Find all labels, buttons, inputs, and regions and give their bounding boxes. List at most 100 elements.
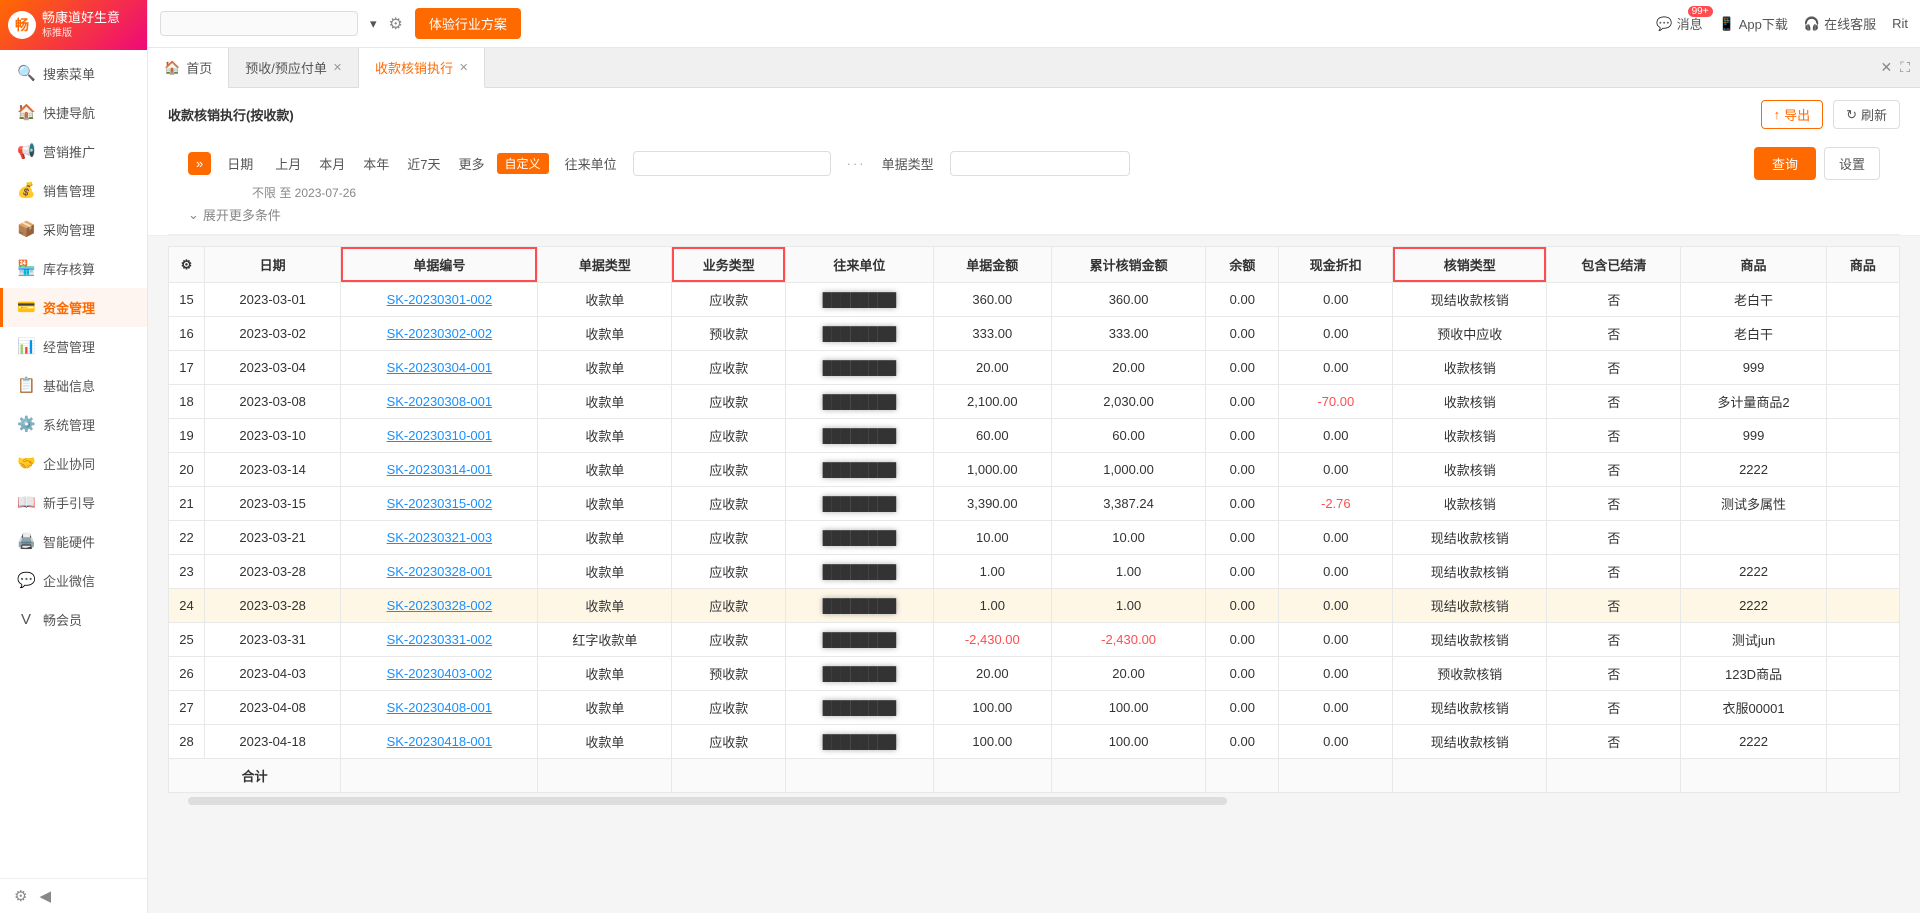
cell-num: 25: [169, 623, 205, 657]
export-button[interactable]: ↑ 导出: [1761, 100, 1824, 129]
tab-prepay[interactable]: 预收/预应付单 ✕: [229, 48, 359, 88]
cell-doc-no[interactable]: SK-20230331-002: [341, 623, 538, 657]
cell-doc-no[interactable]: SK-20230314-001: [341, 453, 538, 487]
cell-cum-verify: -2,430.00: [1051, 623, 1205, 657]
tab-verify[interactable]: 收款核销执行 ✕: [359, 48, 485, 88]
sidebar-item-search[interactable]: 🔍搜索菜单: [0, 54, 147, 93]
date-btn-this-year[interactable]: 本年: [357, 152, 395, 175]
scrollbar-area[interactable]: [168, 797, 1900, 813]
tab-verify-close-icon[interactable]: ✕: [459, 61, 468, 74]
date-btn-this-month[interactable]: 本月: [313, 152, 351, 175]
table-row[interactable]: 24 2023-03-28 SK-20230328-002 收款单 应收款 ██…: [169, 589, 1900, 623]
topbar-search-input[interactable]: [160, 11, 358, 36]
date-btn-last-month[interactable]: 上月: [269, 152, 307, 175]
topbar-dropdown[interactable]: ▾: [370, 16, 377, 32]
date-btn-more[interactable]: 更多: [453, 152, 491, 175]
scrollbar-thumb[interactable]: [188, 797, 1227, 805]
cell-doc-no[interactable]: SK-20230403-002: [341, 657, 538, 691]
table-row[interactable]: 25 2023-03-31 SK-20230331-002 红字收款单 应收款 …: [169, 623, 1900, 657]
cell-date: 2023-03-10: [205, 419, 341, 453]
table-row[interactable]: 26 2023-04-03 SK-20230403-002 收款单 预收款 ██…: [169, 657, 1900, 691]
table-row[interactable]: 27 2023-04-08 SK-20230408-001 收款单 应收款 ██…: [169, 691, 1900, 725]
table-row[interactable]: 16 2023-03-02 SK-20230302-002 收款单 预收款 ██…: [169, 317, 1900, 351]
tab-home[interactable]: 🏠 首页: [148, 48, 229, 88]
cell-doc-no[interactable]: SK-20230408-001: [341, 691, 538, 725]
user-menu[interactable]: Rit: [1892, 16, 1908, 31]
cell-doc-no[interactable]: SK-20230321-003: [341, 521, 538, 555]
sidebar-label-wechat: 企业微信: [43, 571, 95, 590]
expand-more-btn[interactable]: ⌄ 展开更多条件: [188, 205, 1880, 224]
phone-icon: 📱: [1719, 16, 1735, 32]
filter-toggle-button[interactable]: »: [188, 152, 211, 175]
cell-include-settled: 否: [1547, 725, 1681, 759]
cell-include-settled: 否: [1547, 419, 1681, 453]
sidebar-item-sales[interactable]: 💰销售管理: [0, 171, 147, 210]
page-header: 收款核销执行(按收款) ↑ 导出 ↻ 刷新 » 日期 上月 本月: [148, 88, 1920, 236]
th-partner: 往来单位: [786, 247, 934, 283]
sidebar-item-hardware[interactable]: 🖨️智能硬件: [0, 522, 147, 561]
cell-doc-no[interactable]: SK-20230308-001: [341, 385, 538, 419]
settings-icon[interactable]: ⚙: [14, 887, 27, 905]
app-download-button[interactable]: 📱 App下载: [1719, 14, 1788, 33]
cell-biz-type: 预收款: [672, 317, 786, 351]
messages-button[interactable]: 💬 消息 99+: [1656, 14, 1702, 33]
table-row[interactable]: 17 2023-03-04 SK-20230304-001 收款单 应收款 ██…: [169, 351, 1900, 385]
sidebar-item-enterprise[interactable]: 🤝企业协同: [0, 444, 147, 483]
refresh-button[interactable]: ↻ 刷新: [1833, 100, 1900, 129]
table-row[interactable]: 21 2023-03-15 SK-20230315-002 收款单 应收款 ██…: [169, 487, 1900, 521]
sidebar-logo: 畅: [8, 11, 36, 39]
system-icon: ⚙️: [17, 415, 35, 433]
cell-product: 999: [1681, 419, 1826, 453]
cell-doc-no[interactable]: SK-20230328-002: [341, 589, 538, 623]
footer-cum-verify: [1051, 759, 1205, 793]
cell-doc-no[interactable]: SK-20230310-001: [341, 419, 538, 453]
tab-prepay-close-icon[interactable]: ✕: [333, 61, 342, 74]
sidebar-item-finance[interactable]: 💳资金管理: [0, 288, 147, 327]
partner-filter-input[interactable]: [633, 151, 831, 176]
cell-date: 2023-04-03: [205, 657, 341, 691]
sidebar-item-operations[interactable]: 📊经营管理: [0, 327, 147, 366]
tab-fullscreen-button[interactable]: ⛶: [1900, 59, 1910, 76]
voucher-type-select[interactable]: [950, 151, 1130, 176]
cell-doc-no[interactable]: SK-20230304-001: [341, 351, 538, 385]
sidebar-label-quick: 快捷导航: [43, 103, 95, 122]
collapse-icon[interactable]: ◀: [39, 887, 51, 905]
cell-doc-amount: 100.00: [933, 725, 1051, 759]
sidebar-item-vip[interactable]: V畅会员: [0, 600, 147, 639]
date-btn-7days[interactable]: 近7天: [401, 152, 446, 175]
dropdown-arrow-icon: ▾: [370, 16, 377, 32]
cell-biz-type: 应收款: [672, 589, 786, 623]
sidebar-item-inventory[interactable]: 🏪库存核算: [0, 249, 147, 288]
cell-cum-verify: 1.00: [1051, 555, 1205, 589]
solution-button[interactable]: 体验行业方案: [415, 8, 521, 39]
online-service-button[interactable]: 🎧 在线客服: [1804, 14, 1876, 33]
table-row[interactable]: 19 2023-03-10 SK-20230310-001 收款单 应收款 ██…: [169, 419, 1900, 453]
sidebar-item-quick[interactable]: 🏠快捷导航: [0, 93, 147, 132]
filter-dots[interactable]: ···: [847, 156, 866, 171]
sidebar-item-guide[interactable]: 📖新手引导: [0, 483, 147, 522]
th-settings[interactable]: ⚙: [169, 247, 205, 283]
date-custom-button[interactable]: 自定义: [497, 153, 549, 174]
cell-date: 2023-03-08: [205, 385, 341, 419]
table-row[interactable]: 22 2023-03-21 SK-20230321-003 收款单 应收款 ██…: [169, 521, 1900, 555]
table-row[interactable]: 18 2023-03-08 SK-20230308-001 收款单 应收款 ██…: [169, 385, 1900, 419]
sidebar-item-system[interactable]: ⚙️系统管理: [0, 405, 147, 444]
query-button[interactable]: 查询: [1754, 147, 1816, 180]
sidebar-item-wechat[interactable]: 💬企业微信: [0, 561, 147, 600]
table-row[interactable]: 23 2023-03-28 SK-20230328-001 收款单 应收款 ██…: [169, 555, 1900, 589]
filter-settings-button[interactable]: 设置: [1824, 147, 1880, 180]
sidebar-item-marketing[interactable]: 📢营销推广: [0, 132, 147, 171]
cell-doc-no[interactable]: SK-20230301-002: [341, 283, 538, 317]
table-row[interactable]: 20 2023-03-14 SK-20230314-001 收款单 应收款 ██…: [169, 453, 1900, 487]
tab-close-all-button[interactable]: ✕: [1880, 59, 1892, 76]
cell-num: 18: [169, 385, 205, 419]
cell-doc-no[interactable]: SK-20230418-001: [341, 725, 538, 759]
gear-icon[interactable]: ⚙: [389, 14, 403, 34]
cell-doc-no[interactable]: SK-20230328-001: [341, 555, 538, 589]
table-row[interactable]: 28 2023-04-18 SK-20230418-001 收款单 应收款 ██…: [169, 725, 1900, 759]
sidebar-item-basic[interactable]: 📋基础信息: [0, 366, 147, 405]
table-row[interactable]: 15 2023-03-01 SK-20230301-002 收款单 应收款 ██…: [169, 283, 1900, 317]
sidebar-item-purchase[interactable]: 📦采购管理: [0, 210, 147, 249]
cell-doc-no[interactable]: SK-20230315-002: [341, 487, 538, 521]
cell-doc-no[interactable]: SK-20230302-002: [341, 317, 538, 351]
